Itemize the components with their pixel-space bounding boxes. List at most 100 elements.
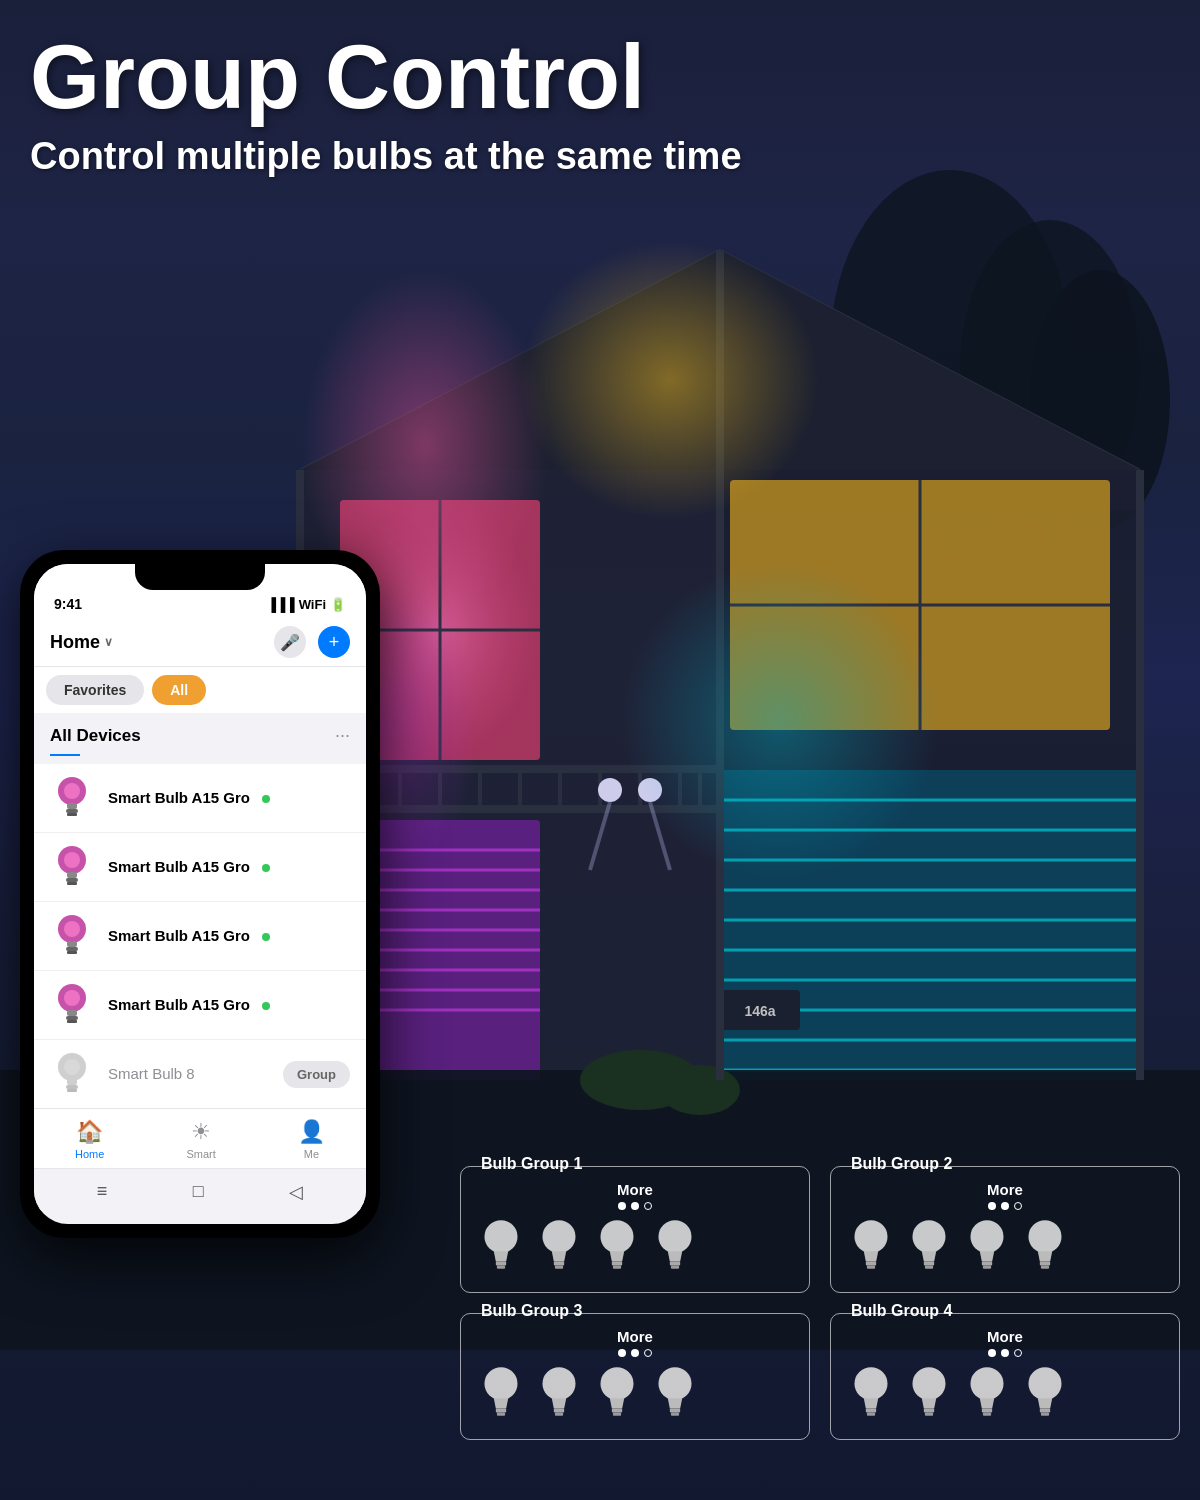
svg-rect-65: [66, 809, 78, 813]
group-2-more-label: More: [845, 1181, 1165, 1198]
device-icon-wrap-3: [50, 914, 94, 958]
device-name-offline: Smart Bulb 8: [108, 1065, 195, 1082]
device-name-3: Smart Bulb A15 Gro: [108, 927, 250, 944]
headline-section: Group Control Control multiple bulbs at …: [30, 30, 742, 178]
device-list: Smart Bulb A15 Gro: [34, 764, 366, 1108]
device-status-1: [262, 795, 270, 803]
svg-rect-66: [67, 813, 77, 816]
group-panel-2: Bulb Group 2 More: [830, 1166, 1180, 1293]
group-button[interactable]: Group: [283, 1061, 350, 1088]
svg-rect-97: [670, 1261, 680, 1265]
device-icon-wrap-offline: [50, 1052, 94, 1096]
svg-rect-86: [67, 1089, 77, 1092]
home-icon[interactable]: □: [193, 1181, 204, 1203]
status-icons: ▐▐▐ WiFi 🔋: [267, 597, 346, 612]
section-header: All Devices ···: [34, 713, 366, 752]
group-3-bulb-1: [475, 1363, 527, 1425]
svg-rect-101: [867, 1266, 875, 1269]
back-icon[interactable]: ◁: [289, 1181, 303, 1203]
device-item-1[interactable]: Smart Bulb A15 Gro: [34, 764, 366, 833]
bulb-icon-2: [52, 842, 92, 892]
svg-rect-94: [612, 1261, 622, 1265]
device-info-2: Smart Bulb A15 Gro: [108, 858, 350, 876]
svg-rect-131: [983, 1413, 991, 1416]
svg-rect-74: [67, 941, 77, 947]
svg-point-73: [64, 921, 80, 937]
svg-point-93: [600, 1220, 633, 1253]
svg-rect-109: [1040, 1261, 1050, 1265]
svg-point-108: [1028, 1220, 1061, 1253]
device-name-4: Smart Bulb A15 Gro: [108, 996, 250, 1013]
svg-rect-103: [924, 1261, 934, 1265]
header-icons: 🎤 +: [274, 626, 350, 658]
svg-rect-128: [925, 1413, 933, 1416]
svg-rect-59: [716, 250, 724, 1080]
bulb-icon-3: [52, 911, 92, 961]
svg-point-111: [484, 1367, 517, 1400]
dot-2-2: [1001, 1202, 1009, 1210]
svg-rect-107: [983, 1266, 991, 1269]
svg-point-126: [912, 1367, 945, 1400]
device-info-offline: Smart Bulb 8: [108, 1065, 283, 1083]
device-item-2[interactable]: Smart Bulb A15 Gro: [34, 833, 366, 902]
group-1-bulb-1: [475, 1216, 527, 1278]
svg-rect-39: [720, 770, 1140, 1080]
bottom-nav: 🏠 Home ☀ Smart 👤 Me: [34, 1108, 366, 1168]
device-item-3[interactable]: Smart Bulb A15 Gro: [34, 902, 366, 971]
device-item-offline[interactable]: Smart Bulb 8 Group: [34, 1040, 366, 1108]
svg-point-53: [598, 778, 622, 802]
svg-point-63: [64, 783, 80, 799]
main-title: Group Control: [30, 30, 742, 125]
device-name-1: Smart Bulb A15 Gro: [108, 789, 250, 806]
group-3-title: Bulb Group 3: [477, 1302, 586, 1320]
group-1-more-label: More: [475, 1181, 795, 1198]
device-info-3: Smart Bulb A15 Gro: [108, 927, 350, 945]
group-4-title: Bulb Group 4: [847, 1302, 956, 1320]
dot-1-3: [644, 1202, 652, 1210]
add-button[interactable]: +: [318, 626, 350, 658]
svg-rect-64: [67, 803, 77, 809]
home-nav-icon: 🏠: [76, 1119, 103, 1145]
svg-rect-112: [496, 1408, 506, 1412]
group-4-dots: [845, 1349, 1165, 1357]
nav-me[interactable]: 👤 Me: [298, 1119, 325, 1160]
tab-favorites[interactable]: Favorites: [46, 675, 144, 705]
battery-icon: 🔋: [330, 597, 346, 612]
svg-rect-124: [866, 1408, 876, 1412]
section-underline: [50, 754, 80, 756]
nav-smart[interactable]: ☀ Smart: [186, 1119, 215, 1160]
dot-2-1: [988, 1202, 996, 1210]
group-2-bulb-1: [845, 1216, 897, 1278]
nav-home[interactable]: 🏠 Home: [75, 1119, 104, 1160]
group-4-more-label: More: [845, 1328, 1165, 1345]
home-label-group[interactable]: Home ∨: [50, 632, 113, 653]
svg-rect-61: [1136, 470, 1144, 1080]
dot-2-3: [1014, 1202, 1022, 1210]
group-panel-1: Bulb Group 1 More: [460, 1166, 810, 1293]
menu-icon[interactable]: ≡: [97, 1181, 108, 1203]
svg-point-102: [912, 1220, 945, 1253]
group-panel-4: Bulb Group 4 More: [830, 1313, 1180, 1440]
phone-notch: [135, 564, 265, 590]
signal-icon: ▐▐▐: [267, 597, 295, 612]
svg-point-132: [1028, 1367, 1061, 1400]
svg-rect-118: [612, 1408, 622, 1412]
phone-bottom-bar: ≡ □ ◁: [34, 1168, 366, 1211]
svg-rect-115: [554, 1408, 564, 1412]
device-icon-wrap-1: [50, 776, 94, 820]
device-item-4[interactable]: Smart Bulb A15 Gro: [34, 971, 366, 1040]
svg-rect-110: [1041, 1266, 1049, 1269]
svg-point-99: [854, 1220, 887, 1253]
section-more-icon[interactable]: ···: [335, 725, 350, 746]
group-1-bulb-2: [533, 1216, 585, 1278]
svg-point-54: [638, 778, 662, 802]
tab-all[interactable]: All: [152, 675, 206, 705]
group-3-bulb-3: [591, 1363, 643, 1425]
mic-button[interactable]: 🎤: [274, 626, 306, 658]
bulb-icon-4: [52, 980, 92, 1030]
svg-rect-104: [925, 1266, 933, 1269]
bulb-icon-1: [52, 773, 92, 823]
svg-rect-113: [497, 1413, 505, 1416]
group-4-bulb-3: [961, 1363, 1013, 1425]
bulb-icon-offline: [52, 1049, 92, 1099]
